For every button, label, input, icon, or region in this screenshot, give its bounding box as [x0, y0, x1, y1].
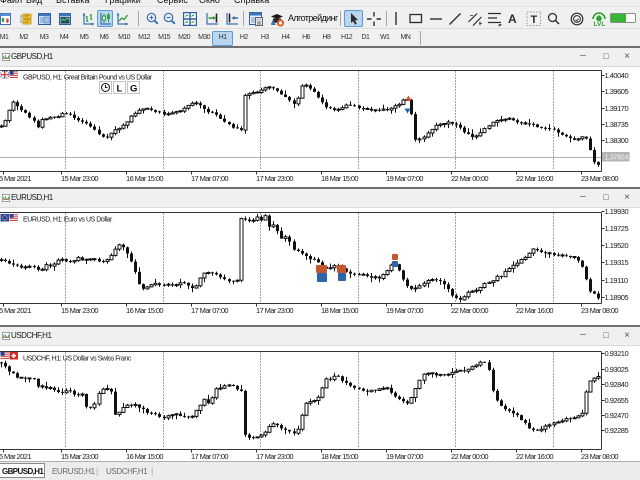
- svg-text:G: G: [130, 84, 137, 95]
- svg-text:15 Mar 23:00: 15 Mar 23:00: [61, 452, 98, 461]
- svg-text:1.19315: 1.19315: [605, 258, 629, 267]
- svg-text:1.39605: 1.39605: [605, 87, 629, 96]
- svg-text:17 Mar 23:00: 17 Mar 23:00: [256, 306, 293, 315]
- svg-text:1.19520: 1.19520: [605, 241, 629, 250]
- svg-text:1.40040: 1.40040: [605, 71, 629, 80]
- svg-text:1.37824: 1.37824: [605, 153, 629, 162]
- svg-text:L: L: [117, 84, 123, 95]
- svg-text:LVL: LVL: [594, 21, 606, 27]
- svg-text:18 Mar 15:00: 18 Mar 15:00: [321, 174, 358, 183]
- svg-text:22 Mar 00:00: 22 Mar 00:00: [451, 306, 488, 315]
- svg-text:17 Mar 23:00: 17 Mar 23:00: [256, 452, 293, 461]
- svg-text:0.92470: 0.92470: [605, 411, 629, 420]
- svg-text:15 Mar 23:00: 15 Mar 23:00: [61, 174, 98, 183]
- svg-text:1.38735: 1.38735: [605, 120, 629, 129]
- svg-text:18 Mar 15:00: 18 Mar 15:00: [321, 452, 358, 461]
- svg-text:17 Mar 07:00: 17 Mar 07:00: [191, 306, 228, 315]
- svg-text:22 Mar 16:00: 22 Mar 16:00: [516, 452, 553, 461]
- svg-text:5 Mar 2021: 5 Mar 2021: [0, 174, 31, 183]
- svg-text:1.38300: 1.38300: [605, 136, 629, 145]
- svg-text:GBPUSD, H1: Great Britain Poun: GBPUSD, H1: Great Britain Pound vs US Do…: [23, 75, 153, 82]
- svg-text:23 Mar 08:00: 23 Mar 08:00: [581, 452, 618, 461]
- svg-text:17 Mar 07:00: 17 Mar 07:00: [191, 174, 228, 183]
- svg-text:15 Mar 23:00: 15 Mar 23:00: [61, 306, 98, 315]
- svg-text:USDCHF, H1: US Dollar vs Swiss: USDCHF, H1: US Dollar vs Swiss Franc: [23, 356, 132, 363]
- svg-text:0.93025: 0.93025: [605, 365, 629, 374]
- svg-text:T: T: [531, 14, 538, 26]
- svg-text:19 Mar 07:00: 19 Mar 07:00: [386, 306, 423, 315]
- svg-text:16 Mar 15:00: 16 Mar 15:00: [126, 452, 163, 461]
- svg-text:5 Mar 2021: 5 Mar 2021: [0, 452, 31, 461]
- svg-text:0.93210: 0.93210: [605, 349, 629, 358]
- svg-text:22 Mar 16:00: 22 Mar 16:00: [516, 306, 553, 315]
- svg-text:0.92285: 0.92285: [605, 426, 629, 435]
- svg-text:1.18905: 1.18905: [605, 293, 629, 302]
- svg-text:1.19725: 1.19725: [605, 224, 629, 233]
- svg-text:0.92840: 0.92840: [605, 380, 629, 389]
- svg-text:23 Mar 08:00: 23 Mar 08:00: [581, 174, 618, 183]
- svg-text:22 Mar 16:00: 22 Mar 16:00: [516, 174, 553, 183]
- svg-text:19 Mar 07:00: 19 Mar 07:00: [386, 452, 423, 461]
- svg-text:1.19930: 1.19930: [605, 208, 629, 216]
- svg-text:0.92655: 0.92655: [605, 396, 629, 405]
- svg-text:18 Mar 15:00: 18 Mar 15:00: [321, 306, 358, 315]
- svg-text:22 Mar 00:00: 22 Mar 00:00: [451, 174, 488, 183]
- svg-text:23 Mar 08:00: 23 Mar 08:00: [581, 306, 618, 315]
- svg-text:19 Mar 07:00: 19 Mar 07:00: [386, 174, 423, 183]
- svg-text:17 Mar 23:00: 17 Mar 23:00: [256, 174, 293, 183]
- svg-text:1.19110: 1.19110: [605, 276, 628, 285]
- svg-text:1.39170: 1.39170: [605, 104, 629, 113]
- svg-text:EURUSD, H1: Euro vs US Dollar: EURUSD, H1: Euro vs US Dollar: [23, 217, 113, 224]
- svg-text:16 Mar 15:00: 16 Mar 15:00: [126, 306, 163, 315]
- svg-text:16 Mar 15:00: 16 Mar 15:00: [126, 174, 163, 183]
- svg-text:5 Mar 2021: 5 Mar 2021: [0, 306, 31, 315]
- svg-text:17 Mar 07:00: 17 Mar 07:00: [191, 452, 228, 461]
- svg-text:22 Mar 00:00: 22 Mar 00:00: [451, 452, 488, 461]
